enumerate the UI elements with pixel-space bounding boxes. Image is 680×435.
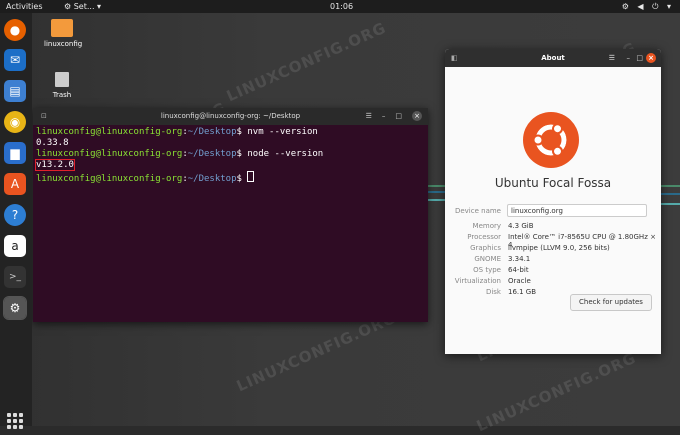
terminal-window[interactable]: ⊡ linuxconfig@linuxconfig-org: ~/Desktop… [33, 108, 428, 322]
prompt-path: ~/Desktop [187, 174, 237, 184]
prompt-user: linuxconfig@linuxconfig-org [36, 149, 183, 159]
info-row: Graphics llvmpipe (LLVM 9.0, 256 bits) [445, 244, 661, 254]
watermark: LINUXCONFIG.ORG [223, 18, 389, 106]
info-value: 3.34.1 [508, 255, 531, 263]
terminal-line: 0.33.8 [36, 138, 425, 149]
maximize-icon[interactable]: □ [636, 49, 643, 67]
clock[interactable]: 01:06 [330, 0, 353, 13]
info-row: OS type 64-bit [445, 266, 661, 276]
prompt-path: ~/Desktop [187, 149, 237, 159]
about-window[interactable]: ◧ About ☰ – □ × Ubuntu Focal Fossa Devic… [445, 49, 661, 354]
check-for-updates-button[interactable]: Check for updates [570, 294, 652, 311]
info-key: Virtualization [454, 277, 501, 285]
activities-button[interactable]: Activities [6, 0, 43, 13]
info-value: llvmpipe (LLVM 9.0, 256 bits) [508, 244, 610, 252]
minimize-icon[interactable]: – [382, 112, 396, 120]
info-key: Graphics [470, 244, 501, 252]
terminal-cursor [247, 171, 255, 182]
info-key: Memory [472, 222, 501, 230]
ubuntu-logo-svg [532, 121, 570, 159]
command: node --version [241, 149, 324, 159]
terminal-icon[interactable]: >_ [4, 266, 26, 288]
close-icon[interactable]: × [646, 53, 656, 63]
window-controls: ☰–□ × [366, 108, 422, 125]
device-name-input[interactable]: linuxconfig.org [507, 204, 647, 217]
info-key: OS type [473, 266, 501, 274]
libreoffice-writer-icon[interactable]: ▆ [4, 142, 26, 164]
terminal-line: v13.2.0 [35, 159, 425, 171]
desktop-folder-linuxconfig[interactable]: linuxconfig [44, 19, 83, 48]
about-titlebar[interactable]: ◧ About ☰ – □ × [445, 49, 661, 67]
info-row: Processor Intel® Core™ i7-8565U CPU @ 1.… [445, 233, 661, 249]
info-row: Virtualization Oracle [445, 277, 661, 287]
desktop-icon-label: linuxconfig [44, 40, 83, 48]
minimize-icon[interactable]: – [627, 49, 631, 67]
info-key: Device name [454, 207, 501, 215]
terminal-title: linuxconfig@linuxconfig-org: ~/Desktop [160, 112, 301, 120]
terminal-body[interactable]: linuxconfig@linuxconfig-org:~/Desktop$ n… [33, 125, 428, 187]
terminal-line: linuxconfig@linuxconfig-org:~/Desktop$ n… [36, 127, 318, 137]
trash-icon [55, 72, 69, 87]
back-icon[interactable]: ◧ [451, 49, 458, 67]
terminal-line: linuxconfig@linuxconfig-org:~/Desktop$ [36, 171, 425, 185]
top-bar: Activities ⚙ Set... ▾ 01:06 ⚙ ◀ ⏻ ▾ [0, 0, 680, 13]
node-version-output: v13.2.0 [35, 159, 75, 171]
thunderbird-icon[interactable]: ✉ [4, 49, 26, 71]
desktop-icon-label: Trash [52, 91, 72, 99]
prompt-user: linuxconfig@linuxconfig-org [36, 127, 183, 137]
files-icon[interactable]: ▤ [4, 80, 26, 102]
command-output: 0.33.8 [36, 138, 69, 148]
app-menu[interactable]: ⚙ Set... ▾ [64, 0, 101, 13]
watermark: LINUXCONFIG.ORG [473, 348, 639, 435]
show-applications-icon[interactable] [7, 413, 23, 429]
folder-icon [51, 19, 73, 37]
dock: ● ✉ ▤ ◉ ▆ A ? a >_ ⚙ [0, 13, 32, 429]
info-value: 4.3 GiB [508, 222, 534, 230]
software-center-icon[interactable]: A [4, 173, 26, 195]
terminal-titlebar[interactable]: ⊡ linuxconfig@linuxconfig-org: ~/Desktop… [33, 108, 428, 125]
wallpaper-stripe [661, 185, 680, 187]
new-tab-icon[interactable]: ⊡ [41, 108, 47, 125]
info-value: Oracle [508, 277, 531, 285]
settings-icon[interactable]: ⚙ [3, 296, 27, 320]
terminal-line: linuxconfig@linuxconfig-org:~/Desktop$ n… [36, 149, 324, 159]
help-icon[interactable]: ? [4, 204, 26, 226]
maximize-icon[interactable]: □ [395, 112, 412, 120]
info-value: 64-bit [508, 266, 529, 274]
ubuntu-logo-icon [523, 112, 579, 168]
wallpaper-stripe [428, 185, 446, 187]
command: nvm --version [241, 127, 318, 137]
rhythmbox-icon[interactable]: ◉ [4, 111, 26, 133]
menu-icon[interactable]: ☰ [366, 112, 382, 120]
desktop-trash[interactable]: Trash [44, 72, 80, 99]
firefox-icon[interactable]: ● [4, 19, 26, 41]
about-title: About [541, 54, 565, 62]
info-key: Disk [485, 288, 501, 296]
menu-icon[interactable]: ☰ [609, 49, 615, 67]
info-row: GNOME 3.34.1 [445, 255, 661, 265]
wallpaper-stripe [661, 193, 680, 195]
info-key: Processor [467, 233, 501, 241]
wallpaper-stripe [428, 191, 446, 193]
info-value: 16.1 GB [508, 288, 537, 296]
prompt-path: ~/Desktop [187, 127, 237, 137]
amazon-icon[interactable]: a [4, 235, 26, 257]
info-row: Memory 4.3 GiB [445, 222, 661, 232]
info-key: GNOME [474, 255, 501, 263]
distro-name: Ubuntu Focal Fossa [494, 176, 612, 190]
system-tray[interactable]: ⚙ ◀ ⏻ ▾ [622, 0, 674, 13]
wallpaper-stripe [661, 203, 680, 205]
close-icon[interactable]: × [412, 111, 422, 121]
prompt-user: linuxconfig@linuxconfig-org [36, 174, 183, 184]
wallpaper-stripe [428, 199, 446, 201]
